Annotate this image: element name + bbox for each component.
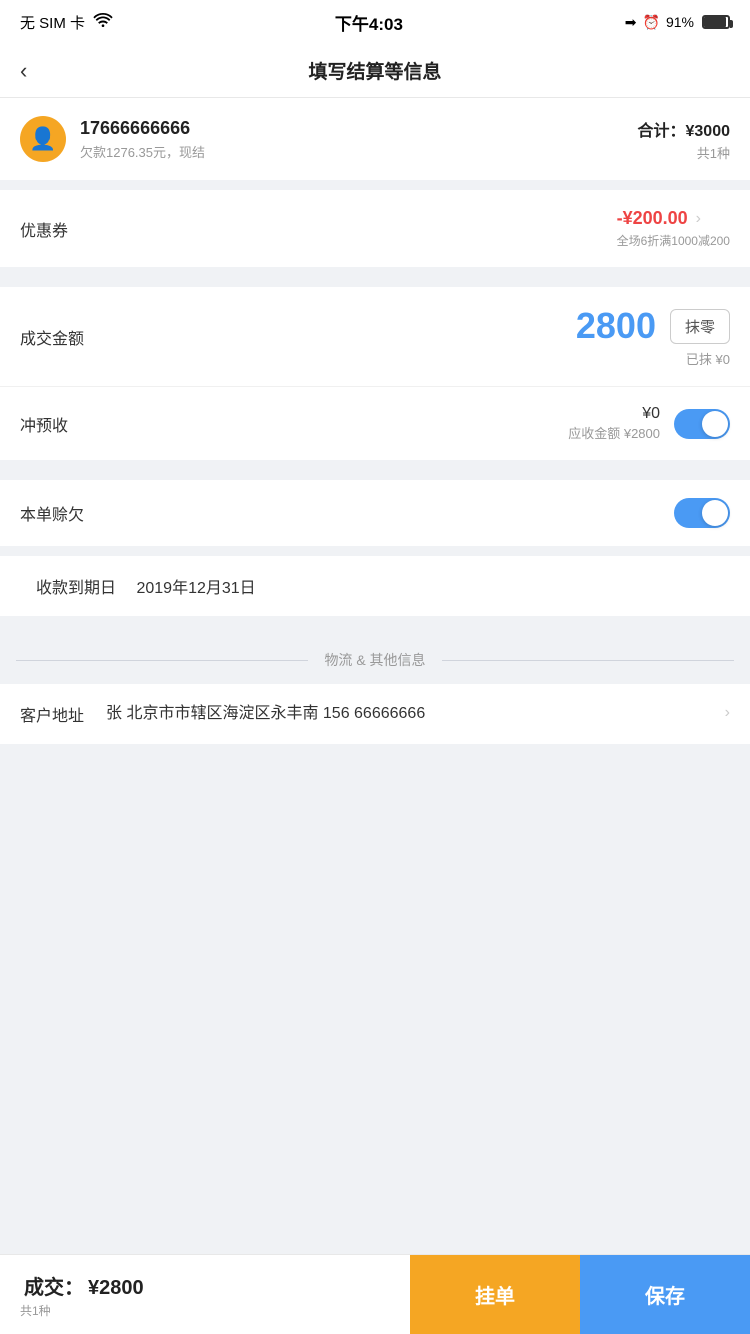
customer-card: 👤 17666666666 欠款1276.35元，现结 合计：¥3000 共1种: [0, 98, 750, 180]
status-time: 下午4:03: [335, 10, 403, 35]
prepay-right: ¥0 应收金额 ¥2800: [568, 405, 730, 442]
arrears-label: 本单赊欠: [20, 501, 84, 525]
logistics-line-right: [442, 660, 734, 661]
arrears-row: 本单赊欠: [0, 480, 750, 546]
prepay-sub: 应收金额 ¥2800: [568, 423, 660, 442]
arrears-toggle[interactable]: [674, 498, 730, 528]
transaction-row: 成交金额 2800 抹零 已抹 ¥0: [0, 287, 750, 387]
due-date-value: 2019年12月31日: [136, 580, 255, 597]
arrears-toggle-slider: [674, 498, 730, 528]
avatar-icon: 👤: [29, 126, 56, 152]
prepay-label: 冲预收: [20, 412, 68, 436]
divider-3: [0, 626, 750, 636]
summary-count: 共1种: [20, 1302, 390, 1319]
back-button[interactable]: ‹: [20, 58, 27, 84]
total-count: 共1种: [638, 143, 731, 162]
status-right: ➡ ⏰ 91%: [625, 14, 730, 31]
status-bar: 无 SIM 卡 下午4:03 ➡ ⏰ 91%: [0, 0, 750, 44]
coupon-discount: -¥200.00: [617, 208, 688, 229]
coupon-row[interactable]: 优惠券 -¥200.00 › 全场6折满1000减200: [0, 190, 750, 267]
due-date-label: 收款到期日: [36, 580, 116, 597]
transaction-sub: 已抹 ¥0: [686, 349, 730, 368]
battery-label: 91%: [666, 14, 694, 30]
coupon-section: 优惠券 -¥200.00 › 全场6折满1000减200: [0, 190, 750, 267]
address-section[interactable]: 客户地址 张 北京市市辖区海淀区永丰南 156 66666666 ›: [0, 684, 750, 744]
coupon-chevron-icon: ›: [696, 210, 701, 228]
logistics-divider: 物流 & 其他信息: [0, 636, 750, 684]
address-value: 张 北京市市辖区海淀区永丰南 156 66666666: [106, 702, 725, 726]
prepay-toggle-slider: [674, 409, 730, 439]
pending-button[interactable]: 挂单: [410, 1255, 580, 1334]
round-button[interactable]: 抹零: [670, 309, 730, 344]
coupon-right: -¥200.00 › 全场6折满1000减200: [617, 208, 730, 249]
transaction-section: 成交金额 2800 抹零 已抹 ¥0 冲预收 ¥0 应收金额 ¥2800: [0, 287, 750, 460]
arrears-section: 本单赊欠: [0, 480, 750, 546]
alarm-icon: ⏰: [643, 14, 660, 31]
customer-left: 👤 17666666666 欠款1276.35元，现结: [20, 116, 205, 162]
due-date-section: 收款到期日 2019年12月31日: [0, 556, 750, 616]
status-left: 无 SIM 卡: [20, 12, 113, 33]
prepay-amount: ¥0: [568, 405, 660, 423]
customer-debt: 欠款1276.35元，现结: [80, 142, 205, 161]
wifi-icon: [93, 13, 113, 31]
coupon-desc: 全场6折满1000减200: [617, 232, 730, 249]
avatar: 👤: [20, 116, 66, 162]
divider-1: [0, 277, 750, 287]
logistics-line-left: [16, 660, 308, 661]
customer-total: 合计：¥3000 共1种: [638, 117, 731, 162]
divider-2: [0, 470, 750, 480]
logistics-label: 物流 & 其他信息: [324, 650, 425, 670]
summary-label: 成交：: [24, 1277, 84, 1299]
nav-bar: ‹ 填写结算等信息: [0, 44, 750, 98]
content-area: 👤 17666666666 欠款1276.35元，现结 合计：¥3000 共1种…: [0, 98, 750, 1014]
prepay-toggle[interactable]: [674, 409, 730, 439]
transaction-label: 成交金额: [20, 325, 84, 349]
bottom-bar: 成交：¥2800 共1种 挂单 保存: [0, 1254, 750, 1334]
transaction-amount: 2800: [576, 305, 656, 347]
summary-amount: ¥2800: [88, 1277, 144, 1299]
location-icon: ➡: [625, 14, 637, 31]
carrier-label: 无 SIM 卡: [20, 12, 85, 33]
save-button[interactable]: 保存: [580, 1255, 750, 1334]
transaction-right: 2800 抹零 已抹 ¥0: [576, 305, 730, 368]
total-amount: 合计：¥3000: [638, 117, 731, 141]
customer-phone: 17666666666: [80, 118, 205, 139]
page-title: 填写结算等信息: [308, 57, 441, 84]
address-label: 客户地址: [20, 702, 90, 726]
summary-main: 成交：¥2800: [20, 1271, 390, 1300]
customer-info: 17666666666 欠款1276.35元，现结: [80, 118, 205, 161]
gray-area: [0, 754, 750, 914]
battery-icon: [702, 15, 730, 29]
coupon-label: 优惠券: [20, 217, 68, 241]
bottom-summary: 成交：¥2800 共1种: [0, 1271, 410, 1319]
address-chevron-icon: ›: [725, 704, 730, 722]
prepay-row: 冲预收 ¥0 应收金额 ¥2800: [0, 387, 750, 460]
